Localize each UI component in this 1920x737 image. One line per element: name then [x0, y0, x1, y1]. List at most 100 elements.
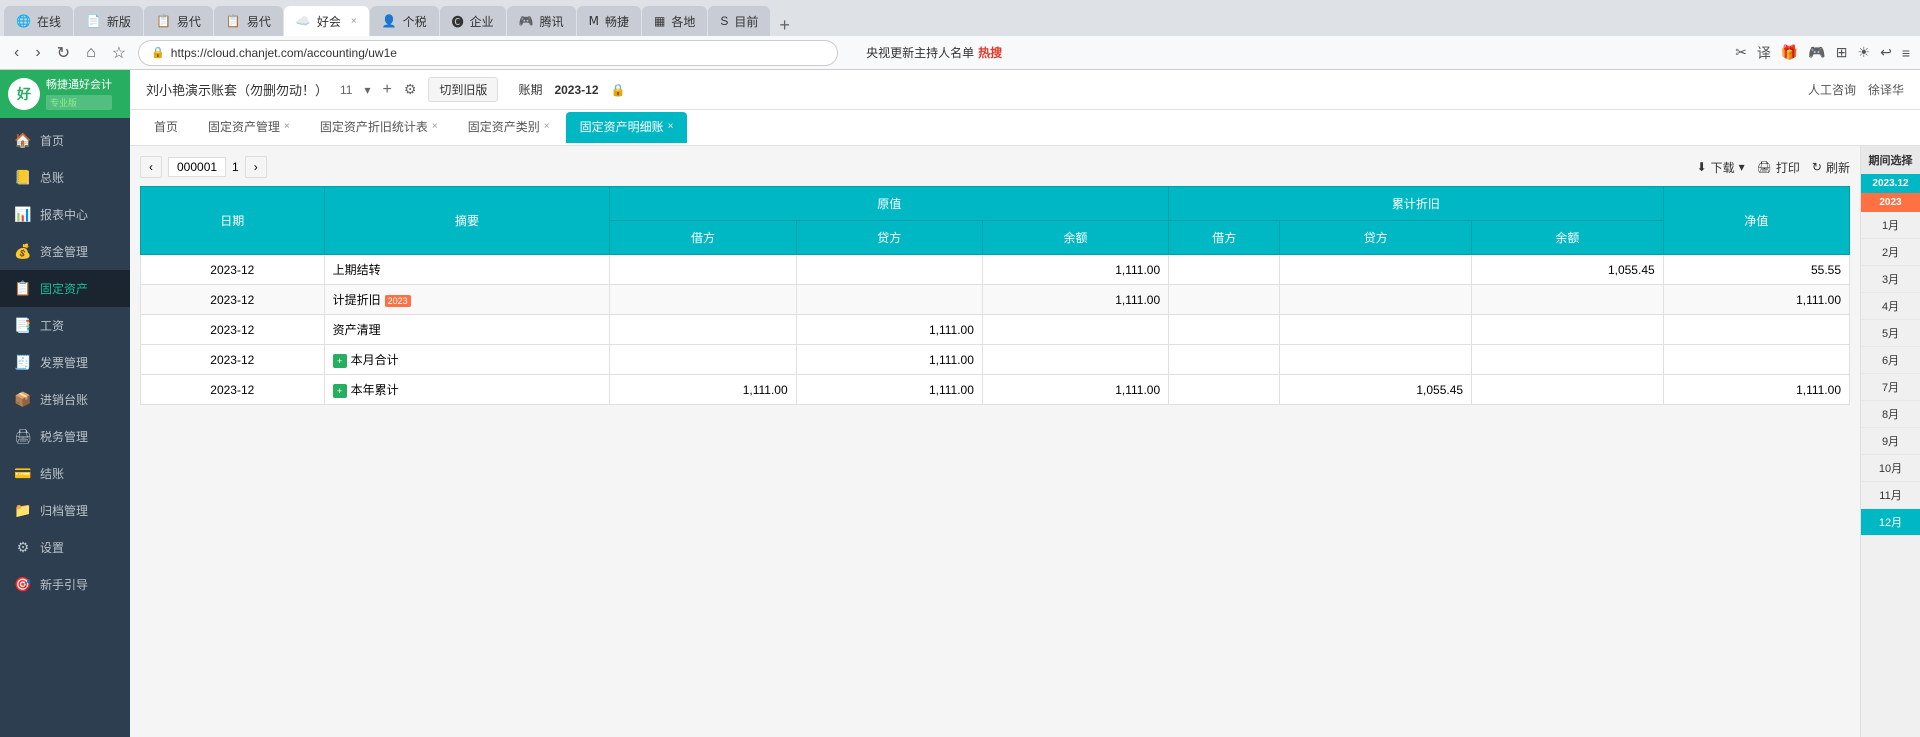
col-acc-credit: 贷方: [1280, 221, 1472, 255]
page-tab-label: 固定资产折旧统计表: [320, 118, 428, 135]
month-item-12月[interactable]: 12月: [1861, 509, 1920, 536]
cell-acc-debit: [1169, 345, 1280, 375]
user-label[interactable]: 徐译华: [1868, 81, 1904, 98]
sidebar-item-固定资产[interactable]: 📋固定资产: [0, 270, 130, 307]
col-acc-balance: 余额: [1472, 221, 1664, 255]
tab-close-icon[interactable]: ×: [351, 16, 357, 27]
month-item-5月[interactable]: 5月: [1861, 320, 1920, 347]
cell-orig-balance: [982, 345, 1168, 375]
sidebar-label: 税务管理: [40, 428, 88, 445]
sidebar-item-新手引导[interactable]: 🎯新手引导: [0, 566, 130, 603]
forward-button[interactable]: ›: [31, 42, 44, 64]
sidebar-icon: 📋: [14, 280, 32, 297]
add-button[interactable]: +: [383, 81, 392, 99]
page-tab-固定资产明细账[interactable]: 固定资产明细账×: [566, 112, 688, 143]
lock-icon: 🔒: [611, 83, 626, 97]
cell-acc-balance: [1472, 345, 1664, 375]
browser-tab[interactable]: 📋易代: [144, 6, 213, 36]
page-tab-close-icon[interactable]: ×: [668, 121, 674, 132]
sidebar-item-税务管理[interactable]: 🖨税务管理: [0, 418, 130, 455]
page-tab-首页[interactable]: 首页: [140, 112, 192, 143]
cell-acc-debit: [1169, 375, 1280, 405]
browser-tab[interactable]: 🎮腾讯: [507, 6, 576, 36]
page-tab-close-icon[interactable]: ×: [544, 121, 550, 132]
reload-button[interactable]: ↻: [53, 41, 74, 65]
dropdown-icon[interactable]: ▾: [364, 83, 370, 97]
browser-tab[interactable]: ☁️好会×: [284, 6, 369, 36]
sidebar-item-资金管理[interactable]: 💰资金管理: [0, 233, 130, 270]
account-code[interactable]: 000001: [168, 157, 226, 177]
new-tab-button[interactable]: +: [771, 15, 798, 36]
browser-tab[interactable]: ▦各地: [642, 6, 707, 36]
cell-acc-credit: [1280, 255, 1472, 285]
period-label: 账期: [518, 81, 542, 98]
page-tab-固定资产类别[interactable]: 固定资产类别×: [454, 112, 564, 143]
sidebar-item-进销台账[interactable]: 📦进销台账: [0, 381, 130, 418]
month-item-8月[interactable]: 8月: [1861, 401, 1920, 428]
next-page-button[interactable]: ›: [245, 156, 267, 178]
month-item-2月[interactable]: 2月: [1861, 239, 1920, 266]
switch-version-button[interactable]: 切到旧版: [428, 77, 498, 102]
month-item-6月[interactable]: 6月: [1861, 347, 1920, 374]
sidebar-item-设置[interactable]: ⚙设置: [0, 529, 130, 566]
month-item-10月[interactable]: 10月: [1861, 455, 1920, 482]
cell-date: 2023-12: [141, 285, 325, 315]
page-tab-固定资产管理[interactable]: 固定资产管理×: [194, 112, 304, 143]
sidebar-icon: 📑: [14, 317, 32, 334]
home-button[interactable]: ⌂: [82, 42, 100, 64]
month-item-1月[interactable]: 1月: [1861, 212, 1920, 239]
bookmark-button[interactable]: ☆: [108, 41, 130, 65]
browser-tab[interactable]: 📄新版: [74, 6, 143, 36]
back-button[interactable]: ‹: [10, 42, 23, 64]
settings-button[interactable]: ⚙: [404, 81, 417, 98]
scissors-icon: ✂: [1735, 44, 1747, 61]
url-text: https://cloud.chanjet.com/accounting/uw1…: [171, 46, 397, 60]
sidebar-item-总账[interactable]: 📒 总账: [0, 159, 130, 196]
print-button[interactable]: 🖨 打印: [1757, 159, 1800, 176]
download-button[interactable]: ⬇ 下载 ▾: [1697, 159, 1745, 176]
month-item-7月[interactable]: 7月: [1861, 374, 1920, 401]
month-item-3月[interactable]: 3月: [1861, 266, 1920, 293]
browser-tab[interactable]: 👤个税: [370, 6, 439, 36]
page-tab-label: 首页: [154, 118, 178, 135]
help-label[interactable]: 人工咨询: [1808, 81, 1856, 98]
page-tabs: 首页固定资产管理×固定资产折旧统计表×固定资产类别×固定资产明细账×: [130, 110, 1920, 146]
right-period-panel: 期间选择 2023.12 2023 1月2月3月4月5月6月7月8月9月10月1…: [1860, 146, 1920, 737]
month-item-9月[interactable]: 9月: [1861, 428, 1920, 455]
sidebar-icon: 📊: [14, 206, 32, 223]
game-icon: 🎮: [1808, 44, 1825, 61]
sidebar-item-发票管理[interactable]: 🧾发票管理: [0, 344, 130, 381]
translate-icon: 译: [1757, 43, 1771, 63]
refresh-button[interactable]: ↻ 刷新: [1812, 159, 1850, 176]
sidebar-item-首页[interactable]: 🏠 首页: [0, 122, 130, 159]
browser-tab[interactable]: Ⅿ畅捷: [577, 6, 641, 36]
page-tab-close-icon[interactable]: ×: [432, 121, 438, 132]
browser-tab[interactable]: 🌐在线: [4, 6, 73, 36]
cell-acc-credit: 1,055.45: [1280, 375, 1472, 405]
sidebar-label: 发票管理: [40, 354, 88, 371]
search-text: 央视更新主持人名单: [866, 44, 974, 61]
sidebar-icon: 🏠: [14, 132, 32, 149]
sidebar-label: 首页: [40, 132, 64, 149]
sidebar-item-归档管理[interactable]: 📁归档管理: [0, 492, 130, 529]
sidebar-icon: 📒: [14, 169, 32, 186]
browser-tab[interactable]: 🅒企业: [440, 6, 506, 36]
cell-orig-balance: [982, 315, 1168, 345]
sidebar-item-工资[interactable]: 📑工资: [0, 307, 130, 344]
sidebar-label: 总账: [40, 169, 64, 186]
browser-tab[interactable]: S目前: [708, 6, 770, 36]
page-tab-固定资产折旧统计表[interactable]: 固定资产折旧统计表 ×: [306, 112, 452, 143]
sidebar-item-结账[interactable]: 💳结账: [0, 455, 130, 492]
cell-net-value: 1,111.00: [1663, 375, 1849, 405]
month-item-4月[interactable]: 4月: [1861, 293, 1920, 320]
cell-orig-balance: 1,111.00: [982, 255, 1168, 285]
cell-orig-debit: [610, 255, 796, 285]
sidebar-item-报表中心[interactable]: 📊报表中心: [0, 196, 130, 233]
browser-tab[interactable]: 📋易代: [214, 6, 283, 36]
cell-orig-balance: 1,111.00: [982, 285, 1168, 315]
month-item-11月[interactable]: 11月: [1861, 482, 1920, 509]
page-tab-close-icon[interactable]: ×: [284, 121, 290, 132]
prev-page-button[interactable]: ‹: [140, 156, 162, 178]
url-input[interactable]: 🔒 https://cloud.chanjet.com/accounting/u…: [138, 40, 838, 66]
cell-date: 2023-12: [141, 375, 325, 405]
